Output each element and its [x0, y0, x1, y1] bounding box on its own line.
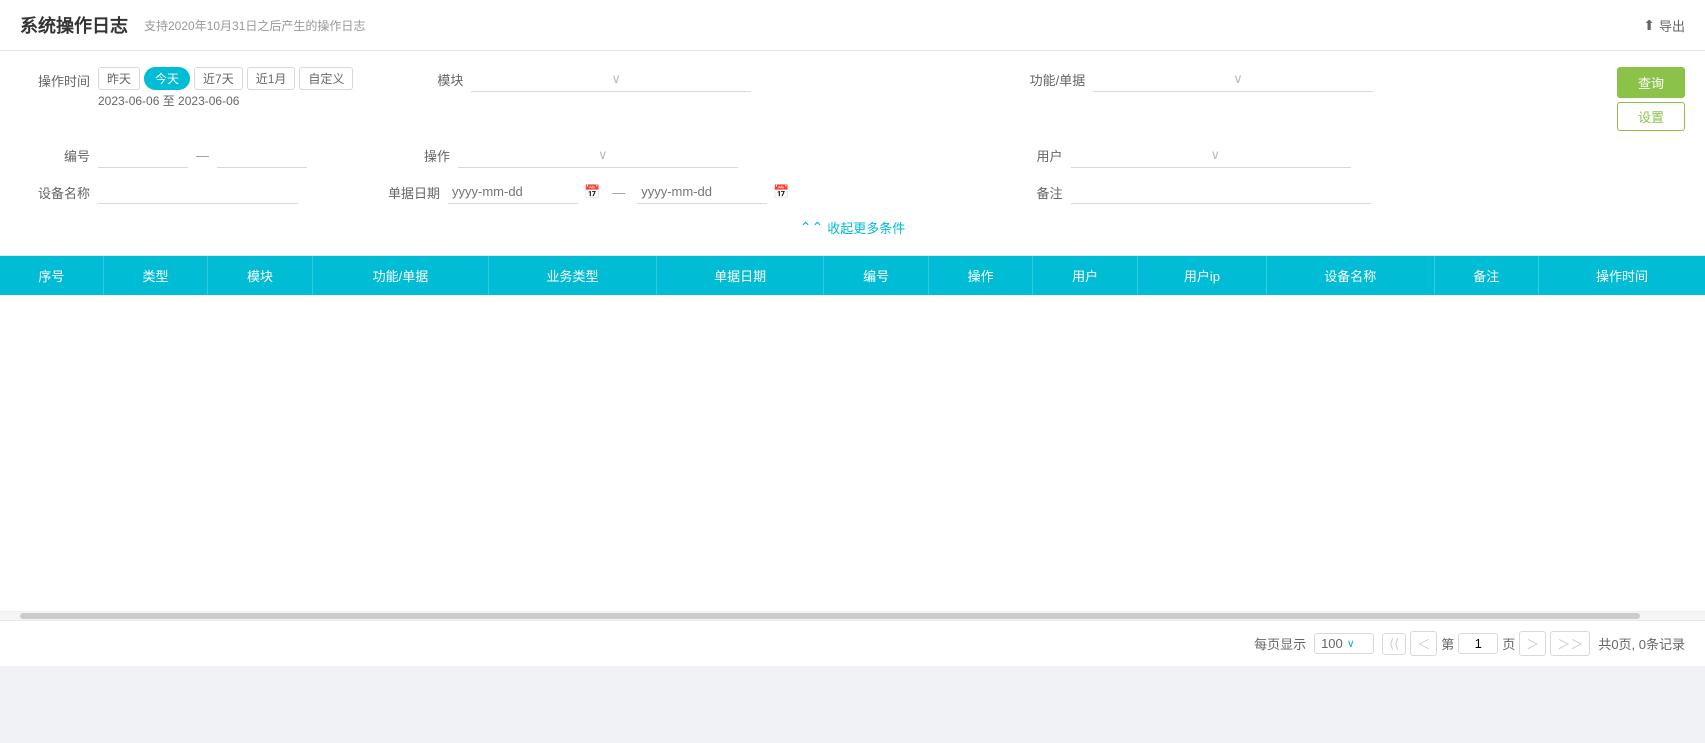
col-func: 功能/单据 — [312, 256, 488, 295]
col-module: 模块 — [208, 256, 312, 295]
number-input-to[interactable] — [217, 144, 307, 168]
table-area: 序号 类型 模块 功能/单据 业务类型 单据日期 编号 操作 用户 用户ip 设… — [0, 256, 1705, 612]
user-chevron-icon: ∨ — [1211, 147, 1347, 163]
total-label: 共0页, 0条记录 — [1598, 634, 1685, 653]
func-label: 功能/单据 — [1015, 70, 1085, 89]
filter-area: 操作时间 昨天 今天 近7天 近1月 自定义 2023-06-06 至 2023… — [0, 51, 1705, 256]
device-label: 设备名称 — [20, 183, 90, 202]
col-type: 类型 — [103, 256, 207, 295]
module-chevron-icon: ∨ — [611, 71, 747, 87]
date-range-display: 2023-06-06 至 2023-06-06 — [98, 92, 353, 109]
collapse-bar[interactable]: ⌃⌃ 收起更多条件 — [20, 212, 1685, 247]
col-operation: 操作 — [928, 256, 1032, 295]
col-op-time: 操作时间 — [1539, 256, 1705, 295]
time-label: 操作时间 — [20, 67, 90, 90]
operation-chevron-icon: ∨ — [598, 147, 734, 163]
action-buttons: 查询 设置 — [1617, 67, 1685, 131]
col-user-ip: 用户ip — [1137, 256, 1266, 295]
col-number: 编号 — [824, 256, 928, 295]
page-unit: 页 — [1502, 634, 1515, 653]
time-btn-today[interactable]: 今天 — [144, 67, 190, 90]
number-dash: — — [196, 148, 209, 163]
user-label: 用户 — [993, 146, 1063, 165]
page-title: 系统操作日志 — [20, 12, 128, 38]
calendar-icon-to[interactable]: 📅 — [773, 184, 789, 200]
time-filter-group: 昨天 今天 近7天 近1月 自定义 2023-06-06 至 2023-06-0… — [98, 67, 353, 109]
per-page-value: 100 — [1321, 636, 1343, 651]
col-user: 用户 — [1033, 256, 1137, 295]
col-device: 设备名称 — [1266, 256, 1434, 295]
first-page-button[interactable]: ⟨⟨ — [1382, 633, 1406, 655]
page-label: 第 — [1441, 634, 1454, 653]
table-header-row: 序号 类型 模块 功能/单据 业务类型 单据日期 编号 操作 用户 用户ip 设… — [0, 256, 1705, 295]
collapse-arrow-icon: ⌃⌃ — [800, 219, 823, 236]
col-seq: 序号 — [0, 256, 103, 295]
remark-input[interactable] — [1071, 180, 1371, 204]
voucher-date-from[interactable] — [448, 180, 578, 204]
voucher-date-label: 单据日期 — [380, 183, 440, 202]
query-button[interactable]: 查询 — [1617, 67, 1685, 98]
voucher-date-dash: — — [612, 185, 625, 200]
col-voucher-date: 单据日期 — [656, 256, 824, 295]
export-button[interactable]: ⬆ 导出 — [1643, 16, 1685, 35]
device-input[interactable] — [98, 180, 298, 204]
collapse-label: 收起更多条件 — [827, 218, 905, 237]
number-label: 编号 — [20, 146, 90, 165]
page-nav: ⟨⟨ ＜ 第 页 ＞ ＞＞ — [1382, 631, 1590, 656]
empty-area — [8, 303, 1697, 603]
time-btn-7days[interactable]: 近7天 — [194, 67, 243, 90]
operation-label: 操作 — [380, 146, 450, 165]
func-select[interactable]: ∨ — [1093, 67, 1373, 92]
operation-select[interactable]: ∨ — [458, 143, 738, 168]
last-page-button[interactable]: ＞＞ — [1550, 631, 1590, 656]
pagination-area: 每页显示 100 ∨ ⟨⟨ ＜ 第 页 ＞ ＞＞ 共0页, 0条记录 — [0, 620, 1705, 666]
settings-button[interactable]: 设置 — [1617, 102, 1685, 131]
per-page-chevron-icon: ∨ — [1347, 637, 1355, 650]
per-page-label: 每页显示 — [1254, 634, 1306, 653]
scrollbar-thumb[interactable] — [20, 613, 1640, 619]
next-page-button[interactable]: ＞ — [1519, 631, 1546, 656]
col-remark: 备注 — [1434, 256, 1538, 295]
horizontal-scrollbar[interactable] — [0, 612, 1705, 620]
user-select[interactable]: ∨ — [1071, 143, 1351, 168]
time-selector: 昨天 今天 近7天 近1月 自定义 — [98, 67, 353, 90]
page-header: 系统操作日志 支持2020年10月31日之后产生的操作日志 ⬆ 导出 — [0, 0, 1705, 51]
voucher-date-to[interactable] — [637, 180, 767, 204]
remark-label: 备注 — [993, 183, 1063, 202]
number-input-from[interactable] — [98, 144, 188, 168]
per-page-select[interactable]: 100 ∨ — [1314, 633, 1374, 654]
voucher-date-range: 📅 — 📅 — [448, 180, 789, 204]
time-btn-1month[interactable]: 近1月 — [247, 67, 296, 90]
page-number-input[interactable] — [1458, 633, 1498, 654]
time-btn-yesterday[interactable]: 昨天 — [98, 67, 140, 90]
time-btn-custom[interactable]: 自定义 — [299, 67, 353, 90]
empty-row — [0, 295, 1705, 612]
calendar-icon-from[interactable]: 📅 — [584, 184, 600, 200]
module-select[interactable]: ∨ — [471, 67, 751, 92]
func-chevron-icon: ∨ — [1233, 71, 1369, 87]
col-biz-type: 业务类型 — [489, 256, 657, 295]
prev-page-button[interactable]: ＜ — [1410, 631, 1437, 656]
data-table: 序号 类型 模块 功能/单据 业务类型 单据日期 编号 操作 用户 用户ip 设… — [0, 256, 1705, 612]
module-label: 模块 — [393, 70, 463, 89]
page-subtitle: 支持2020年10月31日之后产生的操作日志 — [144, 17, 365, 34]
export-icon: ⬆ — [1643, 17, 1655, 34]
